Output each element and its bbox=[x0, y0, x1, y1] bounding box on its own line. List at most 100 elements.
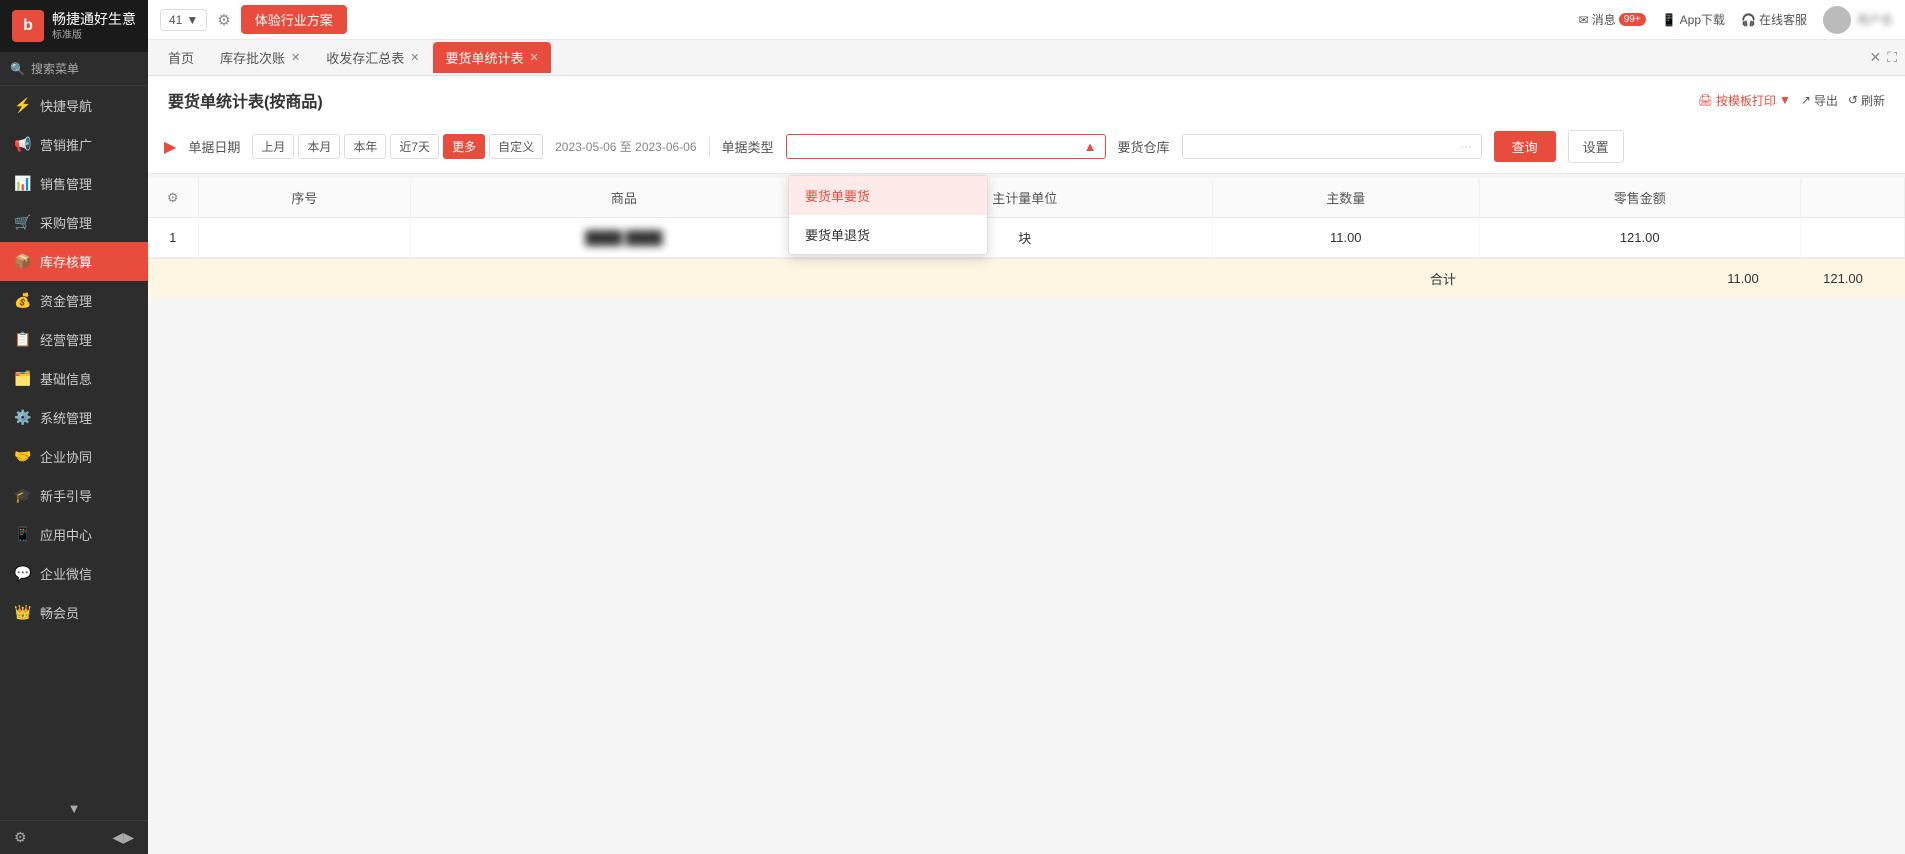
date-btn-last-month[interactable]: 上月 bbox=[252, 134, 294, 159]
service-icon: 🎧 bbox=[1741, 13, 1756, 27]
table-row: 1 ████ ████ 块 11.00 121.00 bbox=[148, 218, 1905, 258]
logo-icon: b bbox=[12, 10, 44, 42]
date-btn-this-year[interactable]: 本年 bbox=[344, 134, 386, 159]
sidebar-item-basic-info[interactable]: 🗂️ 基础信息 bbox=[0, 359, 148, 398]
refresh-icon: ↺ bbox=[1848, 93, 1858, 107]
collapse-icon[interactable]: ◀▶ bbox=[112, 829, 134, 846]
query-btn[interactable]: 查询 bbox=[1494, 131, 1556, 162]
type-select[interactable]: ▲ bbox=[786, 134, 1106, 159]
selector-chevron-icon: ▼ bbox=[186, 13, 198, 27]
date-btn-custom[interactable]: 自定义 bbox=[489, 134, 543, 159]
sidebar-item-guide[interactable]: 🎓 新手引导 bbox=[0, 476, 148, 515]
settings-btn[interactable]: 设置 bbox=[1568, 130, 1624, 163]
date-range-text: 2023-05-06 至 2023-06-06 bbox=[555, 138, 696, 155]
date-btn-more[interactable]: 更多 bbox=[443, 134, 485, 159]
footer-amount: 121.00 bbox=[1793, 271, 1893, 286]
quick-nav-icon: ⚡ bbox=[14, 97, 32, 114]
sidebar-item-sales[interactable]: 📊 销售管理 bbox=[0, 164, 148, 203]
date-btn-this-month[interactable]: 本月 bbox=[298, 134, 340, 159]
print-chevron-icon: ▼ bbox=[1779, 93, 1791, 107]
sidebar-item-operations[interactable]: 📋 经营管理 bbox=[0, 320, 148, 359]
dropdown-item-order-return[interactable]: 要货单退货 bbox=[789, 215, 987, 254]
type-label: 单据类型 bbox=[722, 137, 774, 156]
cell-product: ████ ████ bbox=[411, 218, 837, 258]
app-center-icon: 📱 bbox=[14, 526, 32, 543]
sidebar-item-finance[interactable]: 💰 资金管理 bbox=[0, 281, 148, 320]
online-service-btn[interactable]: 🎧 在线客服 bbox=[1741, 11, 1807, 28]
trial-btn[interactable]: 体验行业方案 bbox=[241, 5, 347, 34]
tab-close-icon[interactable]: ✕ bbox=[291, 51, 300, 64]
sidebar-item-marketing[interactable]: 📢 营销推广 bbox=[0, 125, 148, 164]
tab-inventory-batch[interactable]: 库存批次账 ✕ bbox=[208, 42, 312, 73]
page-actions: 🖨 按模板打印 ▼ ↗ 导出 ↺ 刷新 bbox=[1698, 92, 1885, 109]
logo-text: 畅捷通好生意 标准版 bbox=[52, 10, 136, 41]
wechat-icon: 💬 bbox=[14, 565, 32, 582]
sidebar-item-member[interactable]: 👑 畅会员 bbox=[0, 593, 148, 632]
app-download-btn[interactable]: 📱 App下载 bbox=[1662, 11, 1725, 28]
tab-receive-summary[interactable]: 收发存汇总表 ✕ bbox=[314, 42, 431, 73]
sidebar-scroll-down[interactable]: ▼ bbox=[0, 797, 148, 820]
sidebar-item-system[interactable]: ⚙️ 系统管理 bbox=[0, 398, 148, 437]
system-icon: ⚙️ bbox=[14, 409, 32, 426]
page-title: 要货单统计表(按商品) bbox=[168, 88, 323, 112]
username-text: 用户名 bbox=[1857, 11, 1893, 28]
dropdown-item-order-new[interactable]: 要货单要货 bbox=[789, 176, 987, 215]
basic-info-icon: 🗂️ bbox=[14, 370, 32, 387]
tab-expand-btn[interactable]: ⛶ bbox=[1887, 49, 1897, 66]
table-footer: 合计 11.00 121.00 bbox=[148, 258, 1905, 298]
data-table: ⚙ 序号 商品 主计量单位 主数量 零售金额 1 ████ ████ 块 bbox=[148, 178, 1905, 258]
print-btn[interactable]: 🖨 按模板打印 ▼ bbox=[1698, 92, 1791, 109]
finance-icon: 💰 bbox=[14, 292, 32, 309]
tab-close-icon[interactable]: ✕ bbox=[410, 51, 419, 64]
sidebar-item-purchase[interactable]: 🛒 采购管理 bbox=[0, 203, 148, 242]
sidebar-item-app-center[interactable]: 📱 应用中心 bbox=[0, 515, 148, 554]
app-logo: b 畅捷通好生意 标准版 bbox=[0, 0, 148, 52]
sidebar-item-enterprise[interactable]: 🤝 企业协同 bbox=[0, 437, 148, 476]
warehouse-select[interactable]: ··· bbox=[1182, 134, 1482, 159]
company-selector[interactable]: 41 ▼ bbox=[160, 9, 207, 31]
date-btn-7days[interactable]: 近7天 bbox=[390, 134, 439, 159]
tab-home[interactable]: 首页 bbox=[156, 42, 206, 73]
filter-bar: ▶ 单据日期 上月 本月 本年 近7天 更多 自定义 2023-05-06 至 … bbox=[148, 120, 1905, 174]
enterprise-icon: 🤝 bbox=[14, 448, 32, 465]
refresh-btn[interactable]: ↺ 刷新 bbox=[1848, 92, 1885, 109]
search-icon: 🔍 bbox=[10, 62, 25, 76]
col-extra bbox=[1800, 178, 1904, 218]
message-badge: 99+ bbox=[1619, 13, 1646, 26]
sidebar-search[interactable]: 🔍 搜索菜单 bbox=[0, 52, 148, 86]
type-dropdown: 要货单要货 要货单退货 bbox=[788, 175, 988, 255]
filter-toggle-btn[interactable]: ▶ bbox=[164, 137, 176, 157]
sidebar-item-wechat[interactable]: 💬 企业微信 bbox=[0, 554, 148, 593]
warehouse-label: 要货仓库 bbox=[1118, 137, 1170, 156]
sidebar-item-inventory[interactable]: 📦 库存核算 bbox=[0, 242, 148, 281]
marketing-icon: 📢 bbox=[14, 136, 32, 153]
export-btn[interactable]: ↗ 导出 bbox=[1801, 92, 1838, 109]
tab-close-icon[interactable]: ✕ bbox=[530, 51, 539, 64]
tab-order-stats[interactable]: 要货单统计表 ✕ bbox=[433, 42, 550, 73]
app-icon: 📱 bbox=[1662, 13, 1677, 27]
message-btn[interactable]: ✉ 消息 99+ bbox=[1579, 11, 1646, 28]
print-icon: 🖨 bbox=[1698, 93, 1713, 107]
sales-icon: 📊 bbox=[14, 175, 32, 192]
sidebar-nav: ⚡ 快捷导航 📢 营销推广 📊 销售管理 🛒 采购管理 📦 库存核算 💰 资金管… bbox=[0, 86, 148, 797]
sidebar-item-quick-nav[interactable]: ⚡ 快捷导航 bbox=[0, 86, 148, 125]
topbar-gear-icon[interactable]: ⚙ bbox=[217, 11, 230, 29]
cell-extra bbox=[1800, 218, 1904, 258]
date-label: 单据日期 bbox=[188, 137, 240, 156]
chevron-down-icon: ▼ bbox=[68, 801, 81, 816]
guide-icon: 🎓 bbox=[14, 487, 32, 504]
col-amount: 零售金额 bbox=[1479, 178, 1800, 218]
tabs-bar: 首页 库存批次账 ✕ 收发存汇总表 ✕ 要货单统计表 ✕ ✕ ⛶ bbox=[148, 40, 1905, 76]
tab-close-all-btn[interactable]: ✕ bbox=[1869, 49, 1881, 66]
table-wrap: ⚙ 序号 商品 主计量单位 主数量 零售金额 1 ████ ████ 块 bbox=[148, 178, 1905, 258]
settings-footer-icon[interactable]: ⚙ bbox=[14, 829, 27, 846]
col-settings-icon[interactable]: ⚙ bbox=[167, 190, 179, 205]
inventory-icon: 📦 bbox=[14, 253, 32, 270]
col-settings[interactable]: ⚙ bbox=[148, 178, 198, 218]
purchase-icon: 🛒 bbox=[14, 214, 32, 231]
user-profile[interactable]: 用户名 bbox=[1823, 6, 1893, 34]
cell-quantity: 11.00 bbox=[1212, 218, 1479, 258]
page-content: 要货单统计表(按商品) 🖨 按模板打印 ▼ ↗ 导出 ↺ 刷新 ▶ bbox=[148, 76, 1905, 854]
operations-icon: 📋 bbox=[14, 331, 32, 348]
col-quantity: 主数量 bbox=[1212, 178, 1479, 218]
